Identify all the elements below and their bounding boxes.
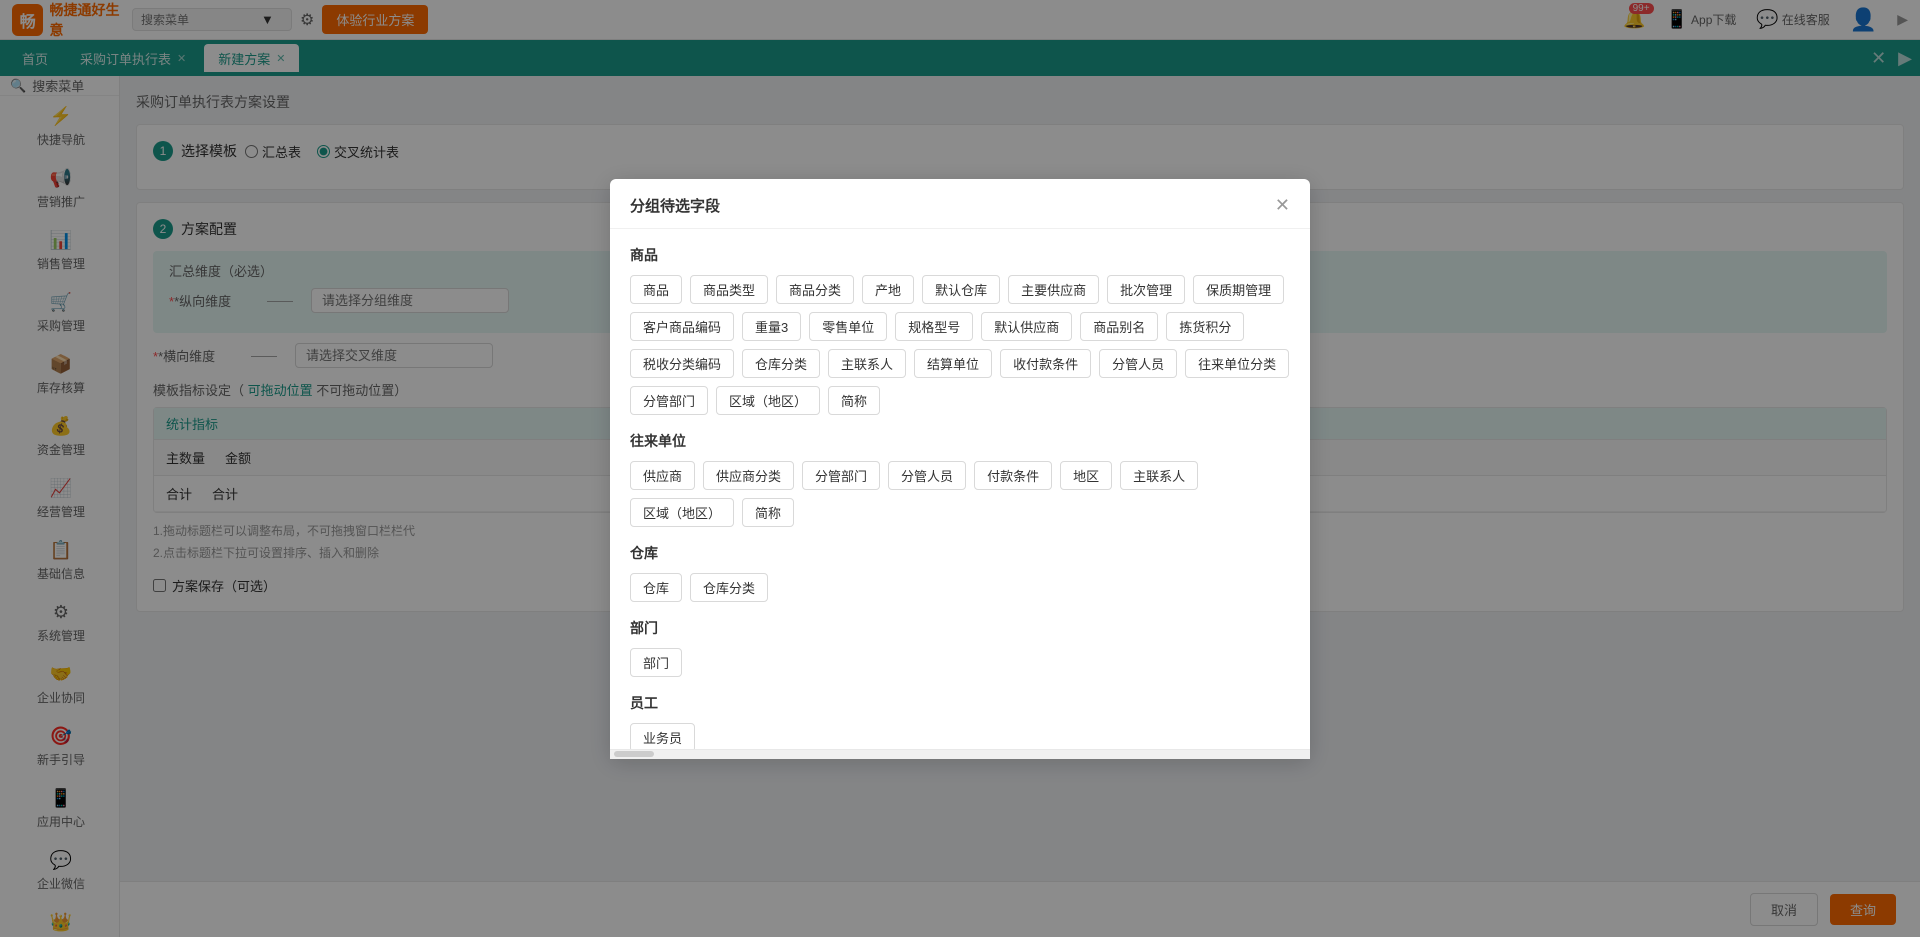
field-tag-partner-area[interactable]: 区域（地区） (630, 498, 734, 527)
modal-close-btn[interactable]: ✕ (1275, 195, 1290, 216)
field-tag-partner-payment[interactable]: 付款条件 (974, 461, 1052, 490)
section-goods-tags: 商品 商品类型 商品分类 产地 默认仓库 主要供应商 批次管理 保质期管理 客户… (630, 275, 1290, 415)
field-tag-supplier[interactable]: 供应商 (630, 461, 695, 490)
section-partner-tags: 供应商 供应商分类 分管部门 分管人员 付款条件 地区 主联系人 区域（地区） … (630, 461, 1290, 527)
field-tag-weight3[interactable]: 重量3 (742, 312, 801, 341)
field-tag-main-contact[interactable]: 主联系人 (828, 349, 906, 378)
field-tag-customer-code[interactable]: 客户商品编码 (630, 312, 734, 341)
section-goods-title: 商品 (630, 245, 1290, 265)
modal-hscrollbar[interactable] (610, 749, 1310, 758)
field-tag-manager[interactable]: 分管人员 (1099, 349, 1177, 378)
section-employee: 员工 业务员 (630, 693, 1290, 750)
section-partner-title: 往来单位 (630, 431, 1290, 451)
field-tag-expiry-mgmt[interactable]: 保质期管理 (1193, 275, 1284, 304)
field-tag-dept[interactable]: 分管部门 (630, 386, 708, 415)
modal-header: 分组待选字段 ✕ (610, 179, 1310, 229)
field-tag-main-supplier[interactable]: 主要供应商 (1008, 275, 1099, 304)
field-tag-settlement-unit[interactable]: 结算单位 (914, 349, 992, 378)
field-tag-partner-manager[interactable]: 分管人员 (888, 461, 966, 490)
field-tag-batch-mgmt[interactable]: 批次管理 (1107, 275, 1185, 304)
field-tag-default-warehouse[interactable]: 默认仓库 (922, 275, 1000, 304)
field-tag-goods-type[interactable]: 商品类型 (690, 275, 768, 304)
field-tag-partner-dept[interactable]: 分管部门 (802, 461, 880, 490)
modal-overlay: 分组待选字段 ✕ 商品 商品 商品类型 商品分类 产地 默认仓库 主要供应商 批… (0, 0, 1920, 937)
field-tag-warehouse[interactable]: 仓库 (630, 573, 682, 602)
section-partner: 往来单位 供应商 供应商分类 分管部门 分管人员 付款条件 地区 主联系人 区域… (630, 431, 1290, 527)
field-tag-short-name[interactable]: 简称 (828, 386, 880, 415)
field-tag-warehouse-cat[interactable]: 仓库分类 (690, 573, 768, 602)
section-department-tags: 部门 (630, 648, 1290, 677)
field-tag-retail-unit[interactable]: 零售单位 (809, 312, 887, 341)
field-tag-goods-category[interactable]: 商品分类 (776, 275, 854, 304)
field-tag-default-supplier[interactable]: 默认供应商 (981, 312, 1072, 341)
section-department-title: 部门 (630, 618, 1290, 638)
field-select-modal: 分组待选字段 ✕ 商品 商品 商品类型 商品分类 产地 默认仓库 主要供应商 批… (610, 179, 1310, 759)
section-goods: 商品 商品 商品类型 商品分类 产地 默认仓库 主要供应商 批次管理 保质期管理… (630, 245, 1290, 415)
field-tag-partner-region[interactable]: 地区 (1060, 461, 1112, 490)
field-tag-goods-alias[interactable]: 商品别名 (1080, 312, 1158, 341)
field-tag-spec-model[interactable]: 规格型号 (895, 312, 973, 341)
section-employee-title: 员工 (630, 693, 1290, 713)
field-tag-tax-code[interactable]: 税收分类编码 (630, 349, 734, 378)
field-tag-origin[interactable]: 产地 (862, 275, 914, 304)
field-tag-goods[interactable]: 商品 (630, 275, 682, 304)
field-tag-payment-terms[interactable]: 收付款条件 (1000, 349, 1091, 378)
field-tag-supplier-category[interactable]: 供应商分类 (703, 461, 794, 490)
field-tag-partner-category[interactable]: 往来单位分类 (1185, 349, 1289, 378)
section-employee-tags: 业务员 (630, 723, 1290, 750)
field-tag-department[interactable]: 部门 (630, 648, 682, 677)
field-tag-salesperson[interactable]: 业务员 (630, 723, 695, 750)
section-warehouse-tags: 仓库 仓库分类 (630, 573, 1290, 602)
section-warehouse: 仓库 仓库 仓库分类 (630, 543, 1290, 602)
modal-title: 分组待选字段 (630, 195, 720, 216)
field-tag-partner-contact[interactable]: 主联系人 (1120, 461, 1198, 490)
field-tag-pick-score[interactable]: 拣货积分 (1166, 312, 1244, 341)
field-tag-partner-short[interactable]: 简称 (742, 498, 794, 527)
section-warehouse-title: 仓库 (630, 543, 1290, 563)
modal-body[interactable]: 商品 商品 商品类型 商品分类 产地 默认仓库 主要供应商 批次管理 保质期管理… (610, 229, 1310, 750)
modal-hscroll-thumb[interactable] (614, 751, 654, 757)
field-tag-region[interactable]: 区域（地区） (716, 386, 820, 415)
section-department: 部门 部门 (630, 618, 1290, 677)
field-tag-warehouse-category[interactable]: 仓库分类 (742, 349, 820, 378)
